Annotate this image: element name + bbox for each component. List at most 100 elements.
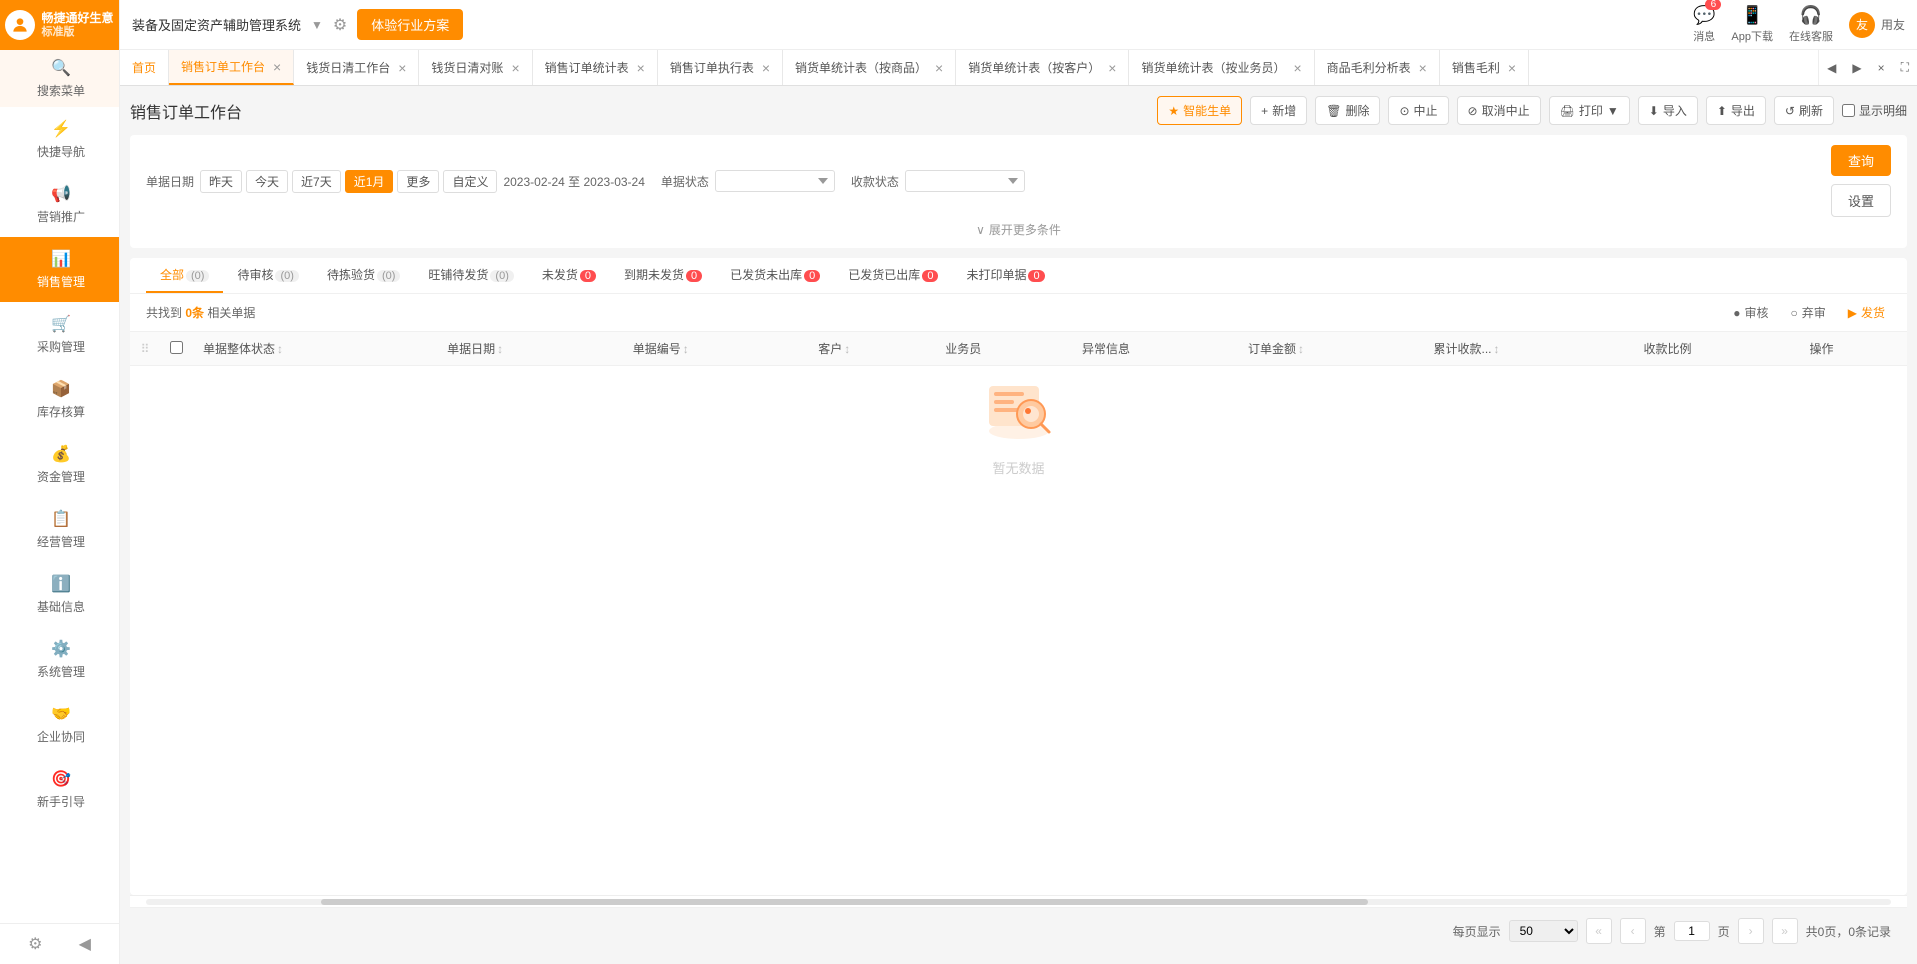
subtab-shipped-outbound[interactable]: 已发货已出库0 (834, 258, 952, 293)
sidebar-item-guide[interactable]: 🎯 新手引导 (0, 757, 119, 822)
settings-icon[interactable]: ⚙ (333, 15, 347, 35)
tab-home[interactable]: 首页 (120, 50, 169, 85)
filter-actions: 查询 设置 (1831, 145, 1891, 217)
page-next-btn[interactable]: › (1738, 918, 1764, 944)
tab-next-btn[interactable]: ▶ (1844, 50, 1869, 85)
subtab-overdue-unshipped[interactable]: 到期未发货0 (610, 258, 716, 293)
setting-btn[interactable]: 设置 (1831, 184, 1891, 217)
subtab-pending-check[interactable]: 待拣验货(0) (313, 258, 414, 293)
username: 用友 (1881, 16, 1905, 33)
stop-btn[interactable]: ⊙ 中止 (1388, 96, 1448, 125)
query-btn[interactable]: 查询 (1831, 145, 1891, 176)
tab-close-all-btn[interactable]: × (1870, 50, 1893, 85)
scrollbar-thumb[interactable] (321, 899, 1368, 905)
dropdown-icon[interactable]: ▼ (311, 18, 323, 32)
app-download-label: App下载 (1731, 28, 1773, 44)
tab-sales-stat-close[interactable]: × (637, 60, 645, 76)
tab-sales-stat[interactable]: 销售订单统计表 × (533, 50, 658, 85)
expand-conditions-btn[interactable]: ∨ 展开更多条件 (146, 221, 1891, 238)
sidebar-item-basic-label: 基础信息 (37, 598, 85, 615)
page-prev-btn[interactable]: ‹ (1620, 918, 1646, 944)
date-1month-btn[interactable]: 近1月 (345, 170, 394, 193)
page-input[interactable] (1674, 921, 1710, 941)
tab-goods-stat[interactable]: 销货单统计表（按商品） × (783, 50, 956, 85)
tab-daily-clear-close[interactable]: × (398, 60, 406, 76)
select-all-checkbox[interactable] (170, 341, 183, 354)
ship-btn[interactable]: ▶ 发货 (1842, 302, 1891, 323)
tab-margin-analysis[interactable]: 商品毛利分析表 × (1315, 50, 1440, 85)
app-download-btn[interactable]: 📱 App下载 (1731, 5, 1773, 44)
industry-btn[interactable]: 体验行业方案 (357, 9, 463, 40)
online-service-btn[interactable]: 🎧 在线客服 (1789, 5, 1833, 44)
review-btn[interactable]: ● 审核 (1727, 302, 1774, 323)
plus-icon: + (1261, 104, 1268, 118)
sidebar-item-finance[interactable]: 💰 资金管理 (0, 432, 119, 497)
print-btn[interactable]: 🖨 打印 ▼ (1549, 96, 1630, 125)
reject-btn[interactable]: ○ 弃审 (1784, 302, 1831, 323)
sidebar-item-inventory[interactable]: 📦 库存核算 (0, 367, 119, 432)
tab-sales-order[interactable]: 销售订单工作台 × (169, 50, 294, 85)
filter-row: 单据日期 昨天 今天 近7天 近1月 更多 自定义 2023-02-24 至 2… (146, 145, 1891, 217)
sidebar-item-marketing[interactable]: 📢 营销推广 (0, 172, 119, 237)
date-custom-btn[interactable]: 自定义 (443, 170, 497, 193)
smart-create-btn[interactable]: ★ 智能生单 (1157, 96, 1242, 125)
show-detail-checkbox[interactable] (1842, 104, 1855, 117)
refresh-btn[interactable]: ↺ 刷新 (1774, 96, 1834, 125)
tab-sales-margin[interactable]: 销售毛利 × (1440, 50, 1529, 85)
sidebar-item-quicknav[interactable]: ⚡ 快捷导航 (0, 107, 119, 172)
tab-salesperson-stat-close[interactable]: × (1293, 60, 1301, 76)
subtab-all[interactable]: 全部(0) (146, 258, 223, 293)
tab-prev-btn[interactable]: ◀ (1819, 50, 1844, 85)
cancel-stop-btn[interactable]: ⊘ 取消中止 (1457, 96, 1541, 125)
scrollbar-track[interactable] (146, 899, 1891, 905)
show-detail-label[interactable]: 显示明细 (1842, 102, 1907, 119)
collapse-button[interactable]: ◀ (79, 934, 91, 954)
subtab-wangpu[interactable]: 旺铺待发货(0) (414, 258, 527, 293)
table-toolbar: 共找到 0条 相关单据 ● 审核 ○ 弃审 (130, 294, 1907, 332)
page-actions: ★ 智能生单 + 新增 🗑 删除 ⊙ 中止 ⊘ 取消中止 (1157, 96, 1907, 125)
sidebar-item-system[interactable]: ⚙️ 系统管理 (0, 627, 119, 692)
import-btn[interactable]: ⬇ 导入 (1638, 96, 1698, 125)
subtab-overdue-badge: 0 (686, 270, 702, 282)
tab-margin-analysis-close[interactable]: × (1419, 60, 1427, 76)
sidebar-item-sales[interactable]: 📊 销售管理 (0, 237, 119, 302)
subtab-unshipped[interactable]: 未发货0 (528, 258, 610, 293)
tab-salesperson-stat[interactable]: 销货单统计表（按业务员） × (1129, 50, 1314, 85)
date-today-btn[interactable]: 今天 (246, 170, 288, 193)
sidebar-item-management[interactable]: 📋 经营管理 (0, 497, 119, 562)
page-first-btn[interactable]: « (1586, 918, 1612, 944)
message-btn[interactable]: 💬 6 消息 (1693, 5, 1715, 44)
tab-daily-clear[interactable]: 钱货日清工作台 × (294, 50, 419, 85)
date-7days-btn[interactable]: 近7天 (292, 170, 341, 193)
chart-icon: 📊 (51, 249, 71, 269)
tab-sales-exec-close[interactable]: × (762, 60, 770, 76)
subtab-pending-review[interactable]: 待审核(0) (223, 258, 312, 293)
tab-sales-exec[interactable]: 销售订单执行表 × (658, 50, 783, 85)
tab-fullscreen-btn[interactable]: ⛶ (1893, 50, 1917, 85)
page-last-btn[interactable]: » (1772, 918, 1798, 944)
tab-customer-stat[interactable]: 销货单统计表（按客户） × (956, 50, 1129, 85)
user-menu[interactable]: 友 用友 (1849, 12, 1905, 38)
payment-select[interactable] (905, 170, 1025, 192)
tab-sales-margin-close[interactable]: × (1508, 60, 1516, 76)
sidebar-item-search[interactable]: 🔍 搜索菜单 (0, 50, 119, 107)
page-size-select[interactable]: 50 100 200 (1509, 920, 1578, 942)
table-toolbar-actions: ● 审核 ○ 弃审 ▶ 发货 (1727, 302, 1891, 323)
sidebar-item-purchase[interactable]: 🛒 采购管理 (0, 302, 119, 367)
subtab-shipped-no-outbound[interactable]: 已发货未出库0 (716, 258, 834, 293)
subtab-unprinted[interactable]: 未打印单据0 (952, 258, 1058, 293)
sidebar-item-collab[interactable]: 🤝 企业协同 (0, 692, 119, 757)
date-more-btn[interactable]: 更多 (397, 170, 439, 193)
tab-reconcile[interactable]: 钱货日清对账 × (419, 50, 532, 85)
tab-customer-stat-close[interactable]: × (1108, 60, 1116, 76)
tab-reconcile-close[interactable]: × (511, 60, 519, 76)
tab-sales-order-close[interactable]: × (273, 59, 281, 75)
add-btn[interactable]: + 新增 (1250, 96, 1307, 125)
status-select[interactable] (715, 170, 835, 192)
delete-btn[interactable]: 🗑 删除 (1315, 96, 1380, 125)
date-yesterday-btn[interactable]: 昨天 (200, 170, 242, 193)
tab-goods-stat-close[interactable]: × (935, 60, 943, 76)
export-btn[interactable]: ⬆ 导出 (1706, 96, 1766, 125)
sidebar-item-basic[interactable]: ℹ️ 基础信息 (0, 562, 119, 627)
settings-button[interactable]: ⚙ (28, 934, 42, 954)
